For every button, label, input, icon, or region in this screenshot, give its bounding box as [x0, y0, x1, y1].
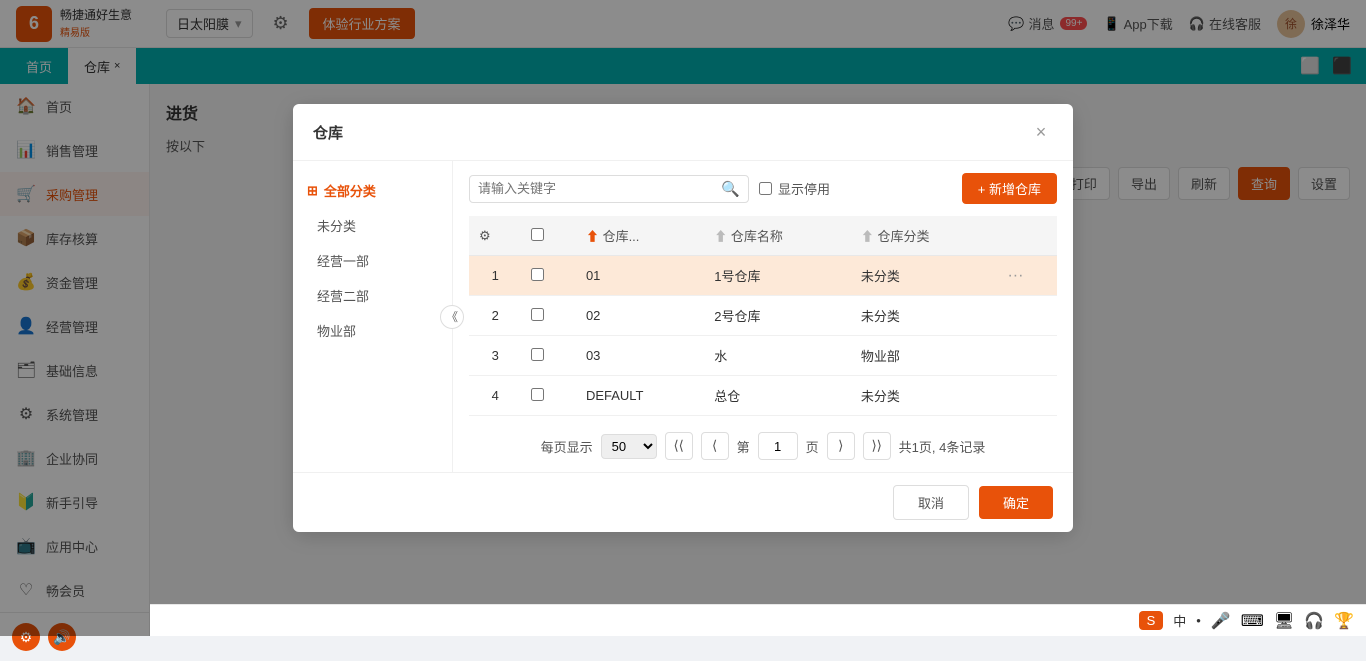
grid-icon: ⊞: [307, 183, 318, 199]
row-num: 3: [469, 336, 521, 376]
show-disabled-checkbox[interactable]: 显示停用: [759, 179, 830, 198]
modal-close-button[interactable]: ×: [1029, 120, 1053, 144]
all-category-item[interactable]: ⊞ 全部分类: [293, 173, 452, 208]
row-category: 物业部: [851, 336, 998, 376]
new-warehouse-button[interactable]: + 新增仓库: [962, 173, 1057, 204]
select-all-checkbox[interactable]: [531, 228, 544, 241]
category-item-unclassified[interactable]: 未分类: [293, 208, 452, 243]
row-num: 2: [469, 296, 521, 336]
col-category[interactable]: ⬆ 仓库分类: [851, 216, 998, 256]
modal-body: ⊞ 全部分类 未分类 经营一部 经营二部 物业部 《 🔍: [293, 161, 1073, 472]
bottom-chinese: 中: [1173, 611, 1186, 630]
row-check[interactable]: [521, 296, 576, 336]
modal-header: 仓库 ×: [293, 104, 1073, 161]
table-row[interactable]: 4 DEFAULT 总仓 未分类: [469, 376, 1057, 416]
bottom-bar: S 中 • 🎤 ⌨ 🖥 🎧 🏆: [150, 604, 1366, 636]
table-row[interactable]: 3 03 水 物业部: [469, 336, 1057, 376]
search-box: 🔍: [469, 175, 749, 203]
row-num: 1: [469, 256, 521, 296]
table-toolbar: 🔍 显示停用 + 新增仓库: [469, 173, 1057, 204]
col-name[interactable]: ⬆ 仓库名称: [704, 216, 851, 256]
sort-icon-name: ⬆: [714, 229, 727, 244]
row-num: 4: [469, 376, 521, 416]
col-id[interactable]: ⬆ 仓库...: [576, 216, 704, 256]
confirm-button[interactable]: 确定: [979, 486, 1053, 519]
warehouse-table: ⚙ ⬆ 仓库... ⬆ 仓库名称 ⬆ 仓库分类: [469, 216, 1057, 416]
col-settings: ⚙: [469, 216, 521, 256]
search-icon[interactable]: 🔍: [721, 180, 740, 198]
col-check: [521, 216, 576, 256]
per-page-label: 每页显示: [541, 437, 593, 456]
row-id: 01: [576, 256, 704, 296]
row-name: 总仓: [704, 376, 851, 416]
collapse-panel-button[interactable]: 《: [440, 305, 464, 329]
page-input[interactable]: [758, 432, 798, 460]
row-category: 未分类: [851, 296, 998, 336]
modal-overlay: 仓库 × ⊞ 全部分类 未分类 经营一部 经营二部 物业部 《: [0, 0, 1366, 636]
sort-icon-cat: ⬆: [861, 229, 874, 244]
first-page-button[interactable]: ⟨⟨: [665, 432, 693, 460]
last-page-button[interactable]: ⟩⟩: [863, 432, 891, 460]
bottom-keyboard-icon[interactable]: ⌨: [1241, 611, 1264, 631]
modal-footer: 取消 确定: [293, 472, 1073, 532]
search-input[interactable]: [478, 181, 721, 196]
show-disabled-input[interactable]: [759, 182, 772, 195]
row-id: DEFAULT: [576, 376, 704, 416]
row-check[interactable]: [521, 256, 576, 296]
row-more[interactable]: [997, 336, 1057, 376]
row-name: 2号仓库: [704, 296, 851, 336]
row-category: 未分类: [851, 376, 998, 416]
table-row[interactable]: 2 02 2号仓库 未分类: [469, 296, 1057, 336]
per-page-select[interactable]: 50 100 200: [601, 434, 657, 459]
row-id: 02: [576, 296, 704, 336]
bottom-headset-icon[interactable]: 🎧: [1304, 611, 1324, 631]
category-item-ops1[interactable]: 经营一部: [293, 243, 452, 278]
row-name: 水: [704, 336, 851, 376]
row-more[interactable]: [997, 376, 1057, 416]
prev-page-button[interactable]: ⟨: [701, 432, 729, 460]
modal-title: 仓库: [313, 122, 343, 143]
bottom-trophy-icon[interactable]: 🏆: [1334, 611, 1354, 631]
row-category: 未分类: [851, 256, 998, 296]
sort-icon: ⬆: [586, 229, 599, 244]
warehouse-modal: 仓库 × ⊞ 全部分类 未分类 经营一部 经营二部 物业部 《: [293, 104, 1073, 532]
cancel-button[interactable]: 取消: [893, 485, 969, 520]
total-label: 共1页, 4条记录: [899, 437, 986, 456]
row-name: 1号仓库: [704, 256, 851, 296]
row-check[interactable]: [521, 336, 576, 376]
bottom-logo: S: [1139, 611, 1164, 630]
bottom-mic-icon[interactable]: 🎤: [1211, 611, 1231, 631]
category-panel: ⊞ 全部分类 未分类 经营一部 经营二部 物业部 《: [293, 161, 453, 472]
page-label-suffix: 页: [806, 437, 819, 456]
page-label-prefix: 第: [737, 437, 750, 456]
table-row[interactable]: 1 01 1号仓库 未分类 ···: [469, 256, 1057, 296]
row-id: 03: [576, 336, 704, 376]
bottom-dot: •: [1196, 613, 1201, 628]
col-actions: [997, 216, 1057, 256]
bottom-monitor-icon[interactable]: 🖥: [1274, 611, 1294, 631]
row-more[interactable]: [997, 296, 1057, 336]
table-header: ⚙ ⬆ 仓库... ⬆ 仓库名称 ⬆ 仓库分类: [469, 216, 1057, 256]
category-item-ops2[interactable]: 经营二部: [293, 278, 452, 313]
row-check[interactable]: [521, 376, 576, 416]
category-item-property[interactable]: 物业部: [293, 313, 452, 348]
table-panel: 🔍 显示停用 + 新增仓库 ⚙ ⬆ 仓库...: [453, 161, 1073, 472]
row-more[interactable]: ···: [997, 256, 1057, 296]
pagination: 每页显示 50 100 200 ⟨⟨ ⟨ 第 页 ⟩ ⟩⟩ 共1页, 4条记录: [469, 432, 1057, 460]
table-body: 1 01 1号仓库 未分类 ··· 2 02 2号仓库 未分类: [469, 256, 1057, 416]
next-page-button[interactable]: ⟩: [827, 432, 855, 460]
